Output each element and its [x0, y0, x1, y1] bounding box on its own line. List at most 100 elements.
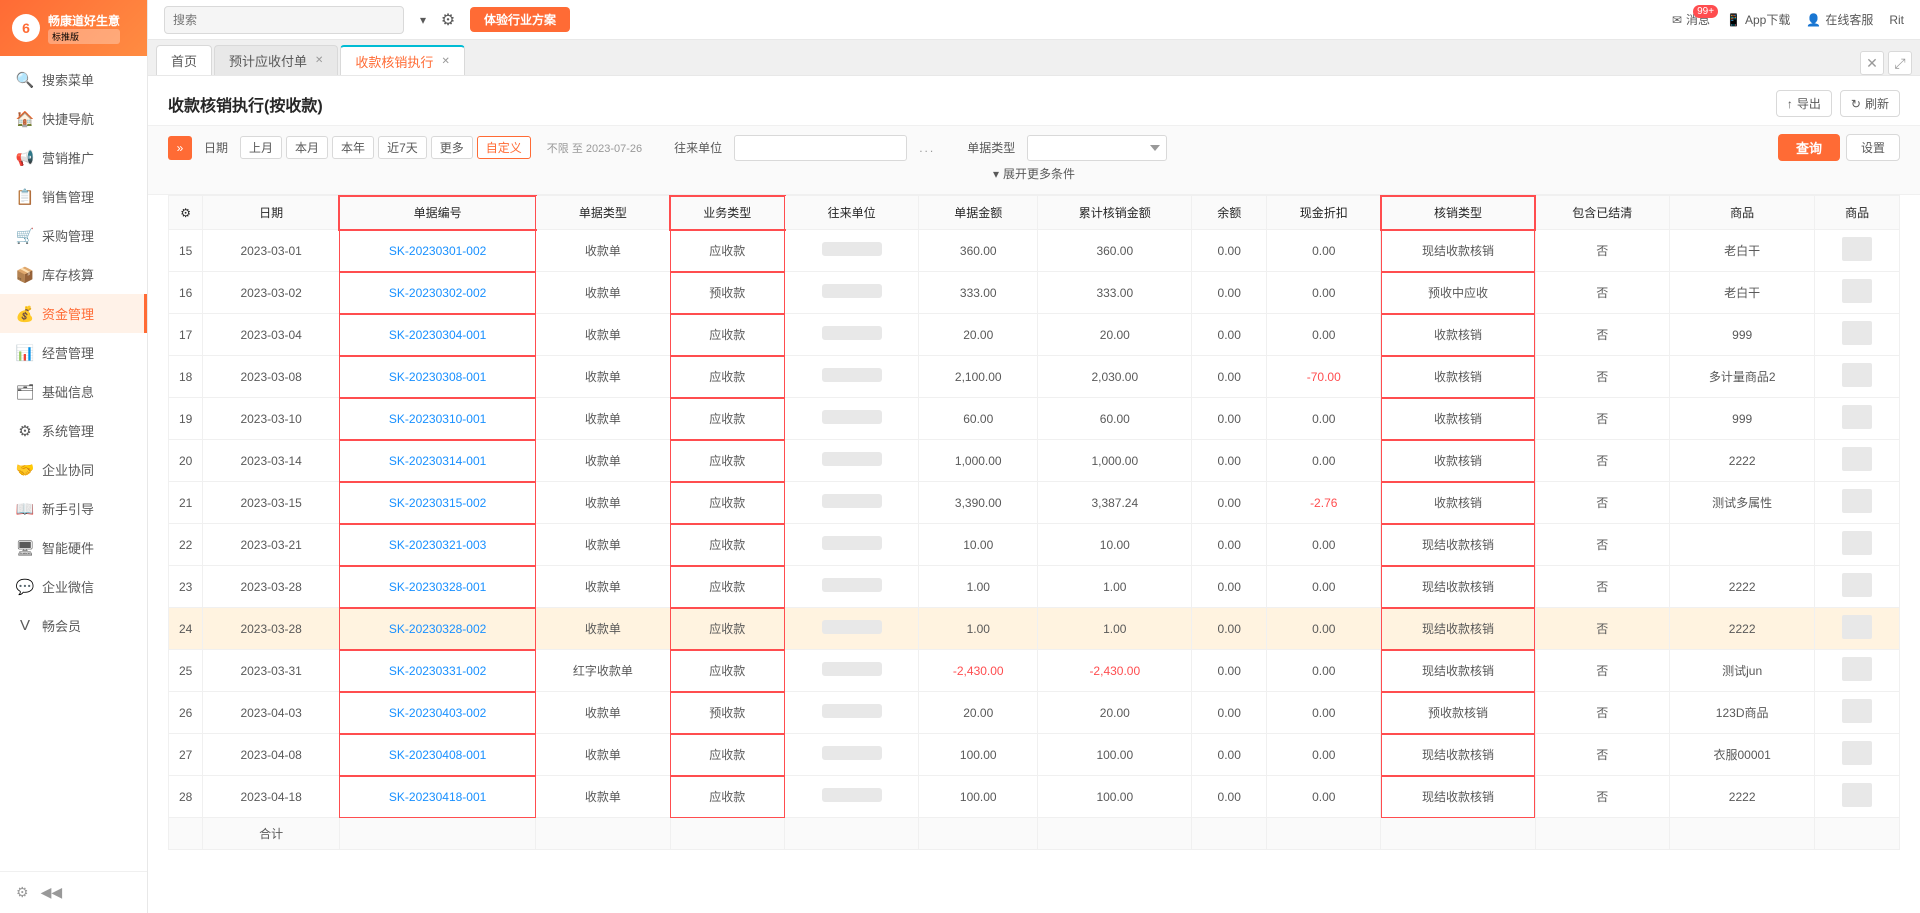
row-docno[interactable]: SK-20230302-002: [339, 272, 535, 314]
doc-link[interactable]: SK-20230304-001: [389, 328, 486, 342]
row-amount: 100.00: [919, 734, 1038, 776]
topbar-dropdown[interactable]: ▾: [420, 13, 426, 27]
row-balance: 0.00: [1192, 776, 1267, 818]
blurred-text: [822, 788, 882, 802]
row-docno[interactable]: SK-20230304-001: [339, 314, 535, 356]
doc-link[interactable]: SK-20230308-001: [389, 370, 486, 384]
sidebar-item-basic[interactable]: 🗂基础信息: [0, 372, 147, 411]
sidebar-item-search[interactable]: 🔍搜索菜单: [0, 60, 147, 99]
topbar-app-btn[interactable]: 📱 App下载: [1726, 11, 1790, 28]
topbar-search-input[interactable]: [164, 6, 404, 34]
topbar-message-btn[interactable]: ✉ 消息 99+: [1672, 11, 1710, 28]
tab-预计应收付单[interactable]: 预计应收付单✕: [214, 45, 338, 75]
operation-icon: 📊: [16, 344, 34, 362]
sidebar-item-sales[interactable]: 📋销售管理: [0, 177, 147, 216]
tab-收款核销执行[interactable]: 收款核销执行✕: [340, 45, 464, 75]
goods-thumb: [1842, 321, 1872, 345]
filter-date-label: 日期: [204, 139, 228, 156]
row-docno[interactable]: SK-20230328-001: [339, 566, 535, 608]
sidebar-item-system[interactable]: ⚙系统管理: [0, 411, 147, 450]
sidebar-item-member[interactable]: V畅会员: [0, 606, 147, 645]
doc-link[interactable]: SK-20230315-002: [389, 496, 486, 510]
row-writeoff: 2,030.00: [1038, 356, 1192, 398]
goods-thumb: [1842, 405, 1872, 429]
filter-settings-btn[interactable]: 设置: [1846, 134, 1900, 161]
row-goods1: 测试jun: [1669, 650, 1814, 692]
tab-close-btn[interactable]: ✕: [315, 55, 323, 66]
doc-link[interactable]: SK-20230418-001: [389, 790, 486, 804]
row-inclsettled: 否: [1535, 314, 1669, 356]
doc-link[interactable]: SK-20230328-002: [389, 622, 486, 636]
doc-link[interactable]: SK-20230328-001: [389, 580, 486, 594]
date-btn-近7天[interactable]: 近7天: [378, 136, 427, 159]
date-btn-本月[interactable]: 本月: [286, 136, 328, 159]
row-docno[interactable]: SK-20230315-002: [339, 482, 535, 524]
topbar-service-btn[interactable]: 👤 在线客服: [1806, 11, 1873, 28]
row-amount: 60.00: [919, 398, 1038, 440]
row-docno[interactable]: SK-20230331-002: [339, 650, 535, 692]
expand-more-btn[interactable]: ▾ 展开更多条件: [168, 161, 1900, 186]
doc-link[interactable]: SK-20230301-002: [389, 244, 486, 258]
doc-link[interactable]: SK-20230408-001: [389, 748, 486, 762]
row-doctype: 收款单: [536, 356, 670, 398]
content-header: 收款核销执行(按收款) ↑ 导出 ↻ 刷新: [148, 76, 1920, 126]
row-docno[interactable]: SK-20230301-002: [339, 230, 535, 272]
doc-link[interactable]: SK-20230302-002: [389, 286, 486, 300]
doc-link[interactable]: SK-20230310-001: [389, 412, 486, 426]
filter-doctype-select[interactable]: [1027, 135, 1167, 161]
tab-close-all-btn[interactable]: ✕: [1860, 51, 1884, 75]
sidebar-item-wechat[interactable]: 💬企业微信: [0, 567, 147, 606]
tab-首页[interactable]: 首页: [156, 45, 212, 75]
filter-date-options: 上月本月本年近7天更多自定义: [240, 136, 531, 159]
sidebar-collapse-btn[interactable]: ◀◀: [41, 884, 63, 901]
goods-thumb: [1842, 237, 1872, 261]
sidebar-item-corp[interactable]: 🤝企业协同: [0, 450, 147, 489]
row-date: 2023-03-21: [203, 524, 340, 566]
date-btn-custom[interactable]: 自定义: [477, 136, 531, 159]
sidebar-item-marketing[interactable]: 📢营销推广: [0, 138, 147, 177]
topbar-user[interactable]: Rit: [1889, 13, 1904, 27]
row-goods2: [1815, 314, 1900, 356]
row-cashdisc: -70.00: [1267, 356, 1381, 398]
topbar-gear-btn[interactable]: ⚙: [434, 6, 462, 34]
sidebar-item-finance[interactable]: 💰资金管理: [0, 294, 147, 333]
sidebar-item-inventory[interactable]: 📦库存核算: [0, 255, 147, 294]
row-date: 2023-03-10: [203, 398, 340, 440]
row-docno[interactable]: SK-20230321-003: [339, 524, 535, 566]
table-row: 262023-04-03SK-20230403-002收款单预收款 20.002…: [169, 692, 1900, 734]
row-docno[interactable]: SK-20230408-001: [339, 734, 535, 776]
tab-maximize-btn[interactable]: ⤢: [1888, 51, 1912, 75]
row-biztype: 应收款: [670, 314, 784, 356]
refresh-btn[interactable]: ↻ 刷新: [1840, 90, 1900, 117]
table-row: 232023-03-28SK-20230328-001收款单应收款 1.001.…: [169, 566, 1900, 608]
sidebar-item-hardware[interactable]: 🖥智能硬件: [0, 528, 147, 567]
row-docno[interactable]: SK-20230310-001: [339, 398, 535, 440]
row-docno[interactable]: SK-20230308-001: [339, 356, 535, 398]
query-btn[interactable]: 查询: [1778, 134, 1840, 161]
date-btn-本年[interactable]: 本年: [332, 136, 374, 159]
tab-close-btn[interactable]: ✕: [441, 56, 449, 67]
topbar-solution-btn[interactable]: 体验行业方案: [470, 7, 570, 32]
row-docno[interactable]: SK-20230314-001: [339, 440, 535, 482]
date-btn-上月[interactable]: 上月: [240, 136, 282, 159]
row-writeoff: 1.00: [1038, 608, 1192, 650]
doc-link[interactable]: SK-20230403-002: [389, 706, 486, 720]
sidebar-item-purchase[interactable]: 🛒采购管理: [0, 216, 147, 255]
topbar-app-label: App下载: [1745, 11, 1790, 28]
export-btn[interactable]: ↑ 导出: [1776, 90, 1832, 117]
guide-icon: 📖: [16, 500, 34, 518]
row-docno[interactable]: SK-20230403-002: [339, 692, 535, 734]
doc-link[interactable]: SK-20230321-003: [389, 538, 486, 552]
sidebar-item-operation[interactable]: 📊经营管理: [0, 333, 147, 372]
row-docno[interactable]: SK-20230328-002: [339, 608, 535, 650]
date-btn-更多[interactable]: 更多: [431, 136, 473, 159]
filter-partner-input[interactable]: [734, 135, 907, 161]
sidebar-item-quicknav[interactable]: 🏠快捷导航: [0, 99, 147, 138]
sidebar-item-guide[interactable]: 📖新手引导: [0, 489, 147, 528]
sidebar-settings-btn[interactable]: ⚙: [16, 884, 29, 901]
doc-link[interactable]: SK-20230314-001: [389, 454, 486, 468]
blurred-text: [822, 494, 882, 508]
filter-toggle-btn[interactable]: »: [168, 136, 192, 160]
doc-link[interactable]: SK-20230331-002: [389, 664, 486, 678]
row-docno[interactable]: SK-20230418-001: [339, 776, 535, 818]
